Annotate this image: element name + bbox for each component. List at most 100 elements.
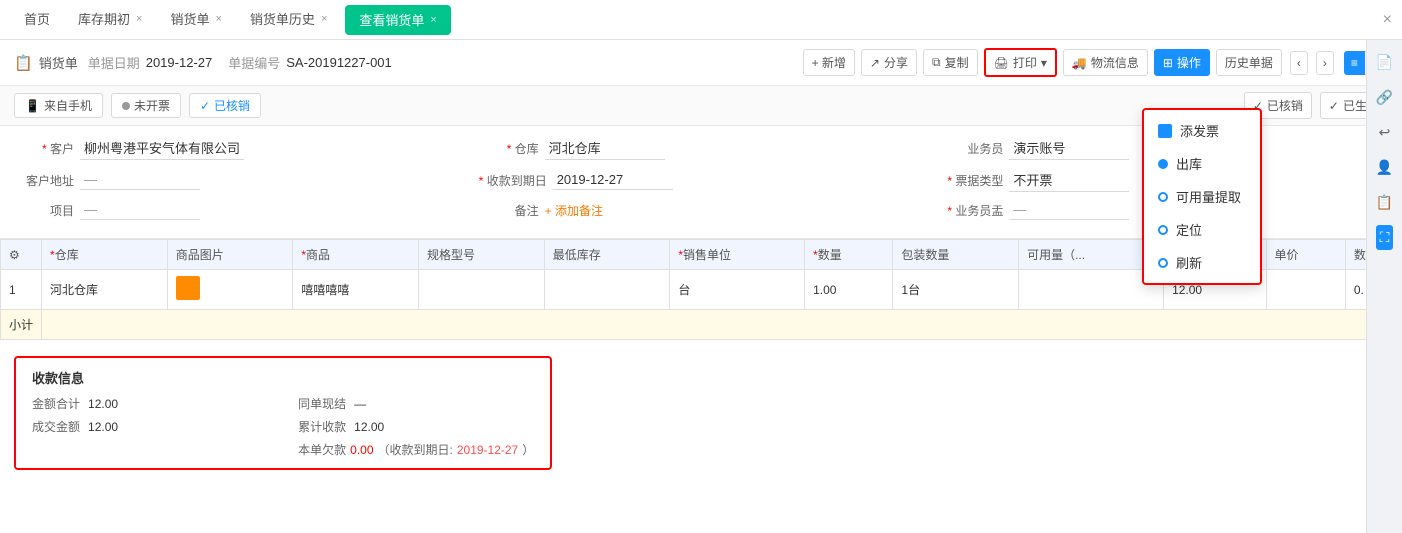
- tab-home[interactable]: 首页: [10, 0, 64, 40]
- row-price: [1266, 270, 1345, 310]
- total-row: 金额合计 12.00: [32, 395, 268, 412]
- customer-value: 柳州粤港平安气体有限公司: [80, 136, 244, 160]
- doc-number-value: SA-20191227-001: [286, 55, 392, 70]
- staff-value: 演示账号: [1009, 136, 1129, 160]
- close-history-tab[interactable]: ×: [321, 13, 327, 25]
- dropdown-refresh[interactable]: 刷新: [1144, 246, 1260, 279]
- project-value: —: [80, 200, 200, 220]
- transaction-value: 12.00: [88, 420, 118, 434]
- payment-wrapper: 收款信息 金额合计 12.00 同单现结 — 成交金额 12.00 累计收款 1…: [0, 340, 1402, 478]
- grid-icon: ⊞: [1163, 56, 1173, 70]
- transaction-label: 成交金额: [32, 418, 80, 435]
- dropdown-outbound[interactable]: 出库: [1144, 147, 1260, 180]
- sidebar-back-icon[interactable]: ↩: [1375, 120, 1395, 145]
- add-note-button[interactable]: 添加备注: [545, 202, 603, 219]
- close-window-button[interactable]: ×: [1383, 11, 1392, 29]
- close-view-tab[interactable]: ×: [430, 14, 436, 26]
- row-spec: [419, 270, 545, 310]
- next-arrow[interactable]: ›: [1316, 51, 1334, 75]
- tab-sales-history[interactable]: 销货单历史 ×: [236, 0, 341, 40]
- outbound-icon: [1158, 159, 1168, 169]
- col-spec: 规格型号: [419, 240, 545, 270]
- close-sales-tab[interactable]: ×: [215, 13, 221, 25]
- settlement-label: 同单现结: [298, 395, 346, 412]
- doc-number-label: 单据编号: [228, 53, 280, 72]
- copy-icon: ⧉: [932, 55, 941, 70]
- sidebar-user-icon[interactable]: 👤: [1372, 155, 1397, 180]
- locate-label: 定位: [1176, 220, 1202, 239]
- staff-label: 业务员: [943, 140, 1003, 157]
- warehouse-field: 仓库 河北仓库: [479, 136, 924, 160]
- refresh-icon: [1158, 258, 1168, 268]
- sidebar-expand-icon[interactable]: ⛶: [1376, 225, 1394, 250]
- tab-inventory[interactable]: 库存期初 ×: [64, 0, 156, 40]
- due-date-suffix: ）: [522, 441, 534, 458]
- transaction-row: 成交金额 12.00: [32, 418, 268, 435]
- row-pkg-qty: 1台: [893, 270, 1019, 310]
- settlement-value: —: [354, 397, 366, 411]
- dropdown-menu: 添发票 出库 可用量提取 定位 刷新: [1142, 108, 1262, 285]
- logistics-button[interactable]: 🚚 物流信息: [1063, 49, 1148, 76]
- project-label: 项目: [14, 202, 74, 219]
- sidebar-link-icon[interactable]: 🔗: [1372, 85, 1397, 110]
- due-date-prefix: （收款到期日:: [378, 441, 453, 458]
- available-label: 可用量提取: [1176, 187, 1241, 206]
- prev-arrow[interactable]: ‹: [1290, 51, 1308, 75]
- copy-button[interactable]: ⧉ 复制: [923, 49, 978, 76]
- add-invoice-icon: [1158, 124, 1172, 138]
- customer-label: 客户: [14, 140, 74, 157]
- from-phone-button[interactable]: 📱 来自手机: [14, 93, 103, 118]
- close-inventory-tab[interactable]: ×: [136, 13, 142, 25]
- sidebar-list-icon[interactable]: 📋: [1372, 190, 1397, 215]
- balance-value: 0.00: [350, 443, 373, 457]
- confirm-button[interactable]: ✓ 已核销: [189, 93, 261, 118]
- row-min-stock: [544, 270, 670, 310]
- tab-sales[interactable]: 销货单 ×: [156, 0, 235, 40]
- row-index: 1: [1, 270, 42, 310]
- operations-button[interactable]: ⊞ 操作: [1154, 49, 1210, 76]
- tab-view-sales[interactable]: 查看销货单 ×: [345, 5, 450, 35]
- col-settings[interactable]: ⚙: [1, 240, 42, 270]
- col-warehouse: *仓库: [42, 240, 168, 270]
- warehouse-value: 河北仓库: [545, 136, 665, 160]
- phone-icon: 📱: [25, 99, 40, 113]
- share-button[interactable]: ↗ 分享: [861, 49, 917, 76]
- share-icon: ↗: [870, 56, 880, 70]
- list-view-button[interactable]: ≡: [1344, 51, 1365, 75]
- available-icon: [1158, 192, 1168, 202]
- col-product: *商品: [293, 240, 419, 270]
- col-price: 单价: [1266, 240, 1345, 270]
- dropdown-add-invoice[interactable]: 添发票: [1144, 114, 1260, 147]
- truck-icon: 🚚: [1072, 56, 1087, 70]
- note-field: 备注 添加备注: [479, 202, 924, 219]
- settlement-row: 同单现结 —: [298, 395, 534, 412]
- staff2-label: 业务员盂: [943, 202, 1003, 219]
- col-quantity: *数量: [805, 240, 893, 270]
- address-label: 客户地址: [14, 172, 74, 189]
- balance-label: 本单欠款: [298, 441, 346, 458]
- print-dropdown-icon: ▾: [1041, 56, 1047, 70]
- add-invoice-label: 添发票: [1180, 121, 1219, 140]
- payment-section: 收款信息 金额合计 12.00 同单现结 — 成交金额 12.00 累计收款 1…: [14, 356, 552, 470]
- col-pkg-qty: 包装数量: [893, 240, 1019, 270]
- col-sales-unit: *销售单位: [670, 240, 805, 270]
- dropdown-available[interactable]: 可用量提取: [1144, 180, 1260, 213]
- subtotal-row: 小计: [1, 310, 1402, 340]
- not-opened-button[interactable]: 未开票: [111, 93, 181, 118]
- new-button[interactable]: + 新增: [803, 49, 855, 76]
- due-date-value: 2019-12-27: [457, 443, 518, 457]
- payment-title: 收款信息: [32, 368, 534, 387]
- sidebar-doc-icon[interactable]: 📄: [1372, 50, 1397, 75]
- cumulative-value: 12.00: [354, 420, 384, 434]
- print-button[interactable]: 🖨 打印 ▾: [984, 48, 1057, 77]
- effective-icon: ✓: [1329, 99, 1339, 113]
- tab-bar: 首页 库存期初 × 销货单 × 销货单历史 × 查看销货单 × ×: [0, 0, 1402, 40]
- payment-grid: 金额合计 12.00 同单现结 — 成交金额 12.00 累计收款 12.00 …: [32, 395, 534, 458]
- refresh-label: 刷新: [1176, 253, 1202, 272]
- history-button[interactable]: 历史单据: [1216, 49, 1282, 76]
- main-content: 📋 销货单 单据日期 2019-12-27 单据编号 SA-20191227-0…: [0, 40, 1402, 533]
- row-product: 嘻嘻嘻嘻: [293, 270, 419, 310]
- row-sales-unit: 台: [670, 270, 805, 310]
- customer-field: 客户 柳州粤港平安气体有限公司: [14, 136, 459, 160]
- dropdown-locate[interactable]: 定位: [1144, 213, 1260, 246]
